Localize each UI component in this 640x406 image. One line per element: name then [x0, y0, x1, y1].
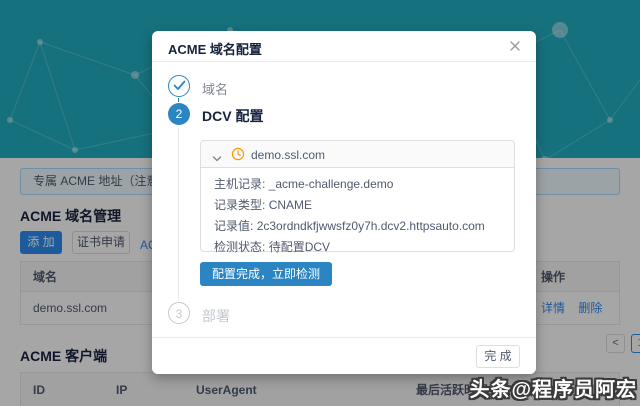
page: 专属 ACME 地址（注意保密！！！） ACME 域名管理 添 加 证书申请 A…: [0, 0, 640, 406]
record-value-value: 2c3ordndkfjwwsfz0y7h.dcv2.httpsauto.com: [257, 219, 485, 233]
chevron-down-icon: [212, 150, 222, 168]
modal-title: ACME 域名配置: [168, 39, 262, 58]
dcv-panel-header[interactable]: demo.ssl.com: [201, 141, 514, 168]
pending-clock-icon: [231, 147, 245, 166]
step3-pending-circle: 3: [168, 302, 190, 324]
close-icon[interactable]: [508, 39, 522, 53]
dcv-panel-body: 主机记录_acme-challenge.demo 记录类型CNAME 记录值2c…: [201, 168, 514, 270]
step3-label: 部署: [202, 306, 230, 326]
record-type-row: 记录类型CNAME: [214, 198, 501, 213]
record-value-row: 记录值2c3ordndkfjwwsfz0y7h.dcv2.httpsauto.c…: [214, 219, 501, 234]
host-record-label: 主机记录: [214, 177, 269, 191]
acme-domain-config-modal: ACME 域名配置 域名 2 DCV 配置: [152, 31, 536, 374]
step1-label: 域名: [202, 79, 228, 98]
record-type-label: 记录类型: [214, 198, 269, 212]
check-status-label: 检测状态: [214, 240, 269, 254]
host-record-value: _acme-challenge.demo: [269, 177, 394, 191]
dcv-record-panel: demo.ssl.com 主机记录_acme-challenge.demo 记录…: [200, 140, 515, 252]
check-status-value: 待配置DCV: [269, 240, 330, 254]
check-status-row: 检测状态待配置DCV: [214, 240, 501, 255]
modal-header: ACME 域名配置: [152, 31, 536, 62]
check-now-button[interactable]: 配置完成，立即检测: [200, 262, 332, 286]
step2-active-circle: 2: [168, 103, 190, 125]
dcv-domain-name: demo.ssl.com: [251, 148, 325, 162]
step1-done-circle: [168, 75, 190, 97]
record-value-label: 记录值: [214, 219, 257, 233]
check-icon: [173, 80, 186, 94]
step-connector-pending: [178, 128, 179, 300]
modal-footer: 完 成: [152, 337, 536, 374]
toutiao-watermark: 头条@程序员阿宏: [469, 373, 637, 402]
step2-label: DCV 配置: [202, 106, 263, 126]
done-button[interactable]: 完 成: [476, 345, 520, 368]
step-connector-done: [178, 98, 179, 102]
host-record-row: 主机记录_acme-challenge.demo: [214, 177, 501, 192]
record-type-value: CNAME: [269, 198, 312, 212]
